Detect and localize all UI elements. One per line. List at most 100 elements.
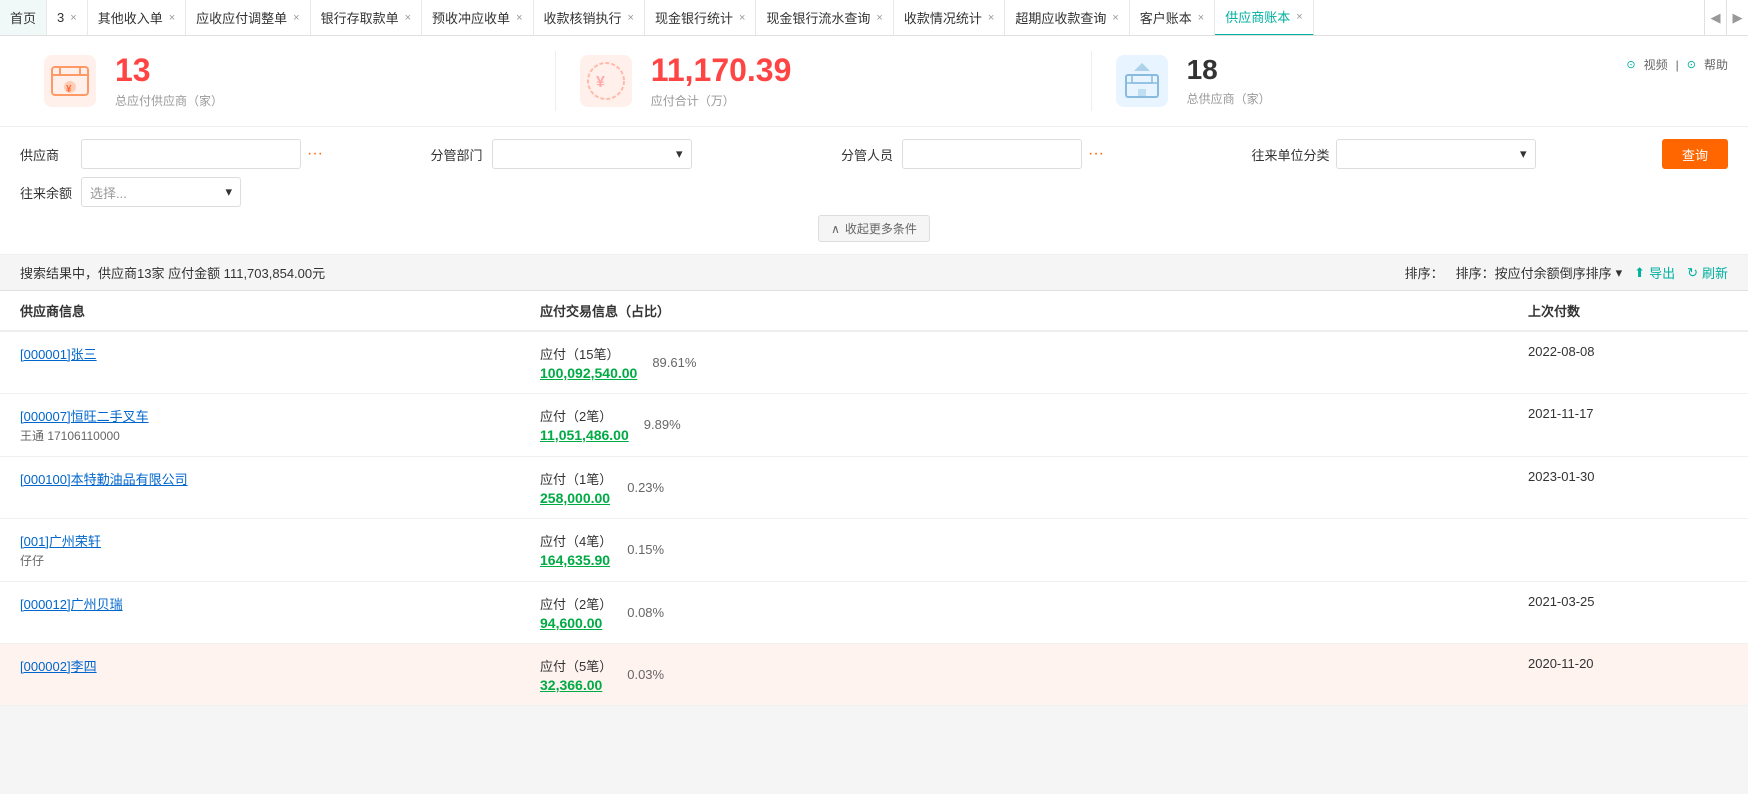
balance-select[interactable]: 选择... ▾ bbox=[81, 177, 241, 207]
category-chevron-icon: ▾ bbox=[1520, 146, 1527, 162]
last-pay-5: 2020-11-20 bbox=[1528, 656, 1728, 671]
payable-cell-2: 应付（1笔） 258,000.00 0.23% bbox=[540, 469, 1528, 506]
nav-arrow-left[interactable]: ◀ bbox=[1704, 0, 1726, 36]
close-icon[interactable]: × bbox=[516, 12, 522, 24]
close-icon[interactable]: × bbox=[1296, 11, 1302, 23]
nav-tab-other-income[interactable]: 其他收入单 × bbox=[88, 0, 186, 36]
nav-tab-cash-bank-flow[interactable]: 现金银行流水查询 × bbox=[756, 0, 893, 36]
table-row: [000001]张三 应付（15笔） 100,092,540.00 89.61%… bbox=[0, 332, 1748, 394]
collapse-filter-button[interactable]: ∧ 收起更多条件 bbox=[818, 215, 930, 242]
supplier-info-4: [000012]广州贝瑞 bbox=[20, 594, 540, 613]
col-lastpay-header: 上次付数 bbox=[1528, 301, 1728, 320]
payable-info-5: 应付（5笔） 32,366.00 0.03% bbox=[540, 656, 1528, 693]
nav-tab-cash-bank-stat[interactable]: 现金银行统计 × bbox=[645, 0, 756, 36]
supplier-name-2[interactable]: [000100]本特勤油品有限公司 bbox=[20, 469, 540, 488]
refresh-button[interactable]: ↻ 刷新 bbox=[1687, 263, 1728, 282]
payable-amount-4[interactable]: 94,600.00 bbox=[540, 615, 612, 631]
nav-tab-3[interactable]: 3 × bbox=[47, 0, 88, 36]
person-picker-icon[interactable]: ··· bbox=[1088, 145, 1104, 163]
payable-amount-0[interactable]: 100,092,540.00 bbox=[540, 365, 637, 381]
close-icon[interactable]: × bbox=[405, 12, 411, 24]
category-select[interactable]: ▾ bbox=[1336, 139, 1536, 169]
category-label: 往来单位分类 bbox=[1252, 145, 1330, 164]
last-pay-2: 2023-01-30 bbox=[1528, 469, 1728, 484]
supplier-name-3[interactable]: [001]广州荣轩 bbox=[20, 531, 540, 550]
query-button[interactable]: 查询 bbox=[1662, 139, 1728, 169]
filter-row-2: 往来余额 选择... ▾ bbox=[20, 177, 1728, 207]
nav-tab-supplier-ledger[interactable]: 供应商账本 × bbox=[1215, 0, 1313, 36]
close-icon[interactable]: × bbox=[988, 12, 994, 24]
last-pay-4: 2021-03-25 bbox=[1528, 594, 1728, 609]
supplier-name-0[interactable]: [000001]张三 bbox=[20, 344, 540, 363]
video-link[interactable]: 视频 bbox=[1644, 56, 1668, 73]
nav-tab-cash-bank-stat-label: 现金银行统计 bbox=[655, 8, 733, 27]
nav-tab-prepay-offset-label: 预收冲应收单 bbox=[432, 8, 510, 27]
payable-amount-2[interactable]: 258,000.00 bbox=[540, 490, 612, 506]
payable-supplier-icon: ¥ bbox=[40, 51, 100, 111]
supplier-name-5[interactable]: [000002]李四 bbox=[20, 656, 540, 675]
person-input[interactable] bbox=[902, 139, 1082, 169]
payable-cell-5: 应付（5笔） 32,366.00 0.03% bbox=[540, 656, 1528, 693]
close-icon[interactable]: × bbox=[876, 12, 882, 24]
payable-percent-2: 0.23% bbox=[627, 480, 664, 495]
supplier-info-5: [000002]李四 bbox=[20, 656, 540, 675]
filter-balance: 往来余额 选择... ▾ bbox=[20, 177, 1728, 207]
payable-total-icon: ¥ bbox=[576, 51, 636, 111]
nav-tab-home[interactable]: 首页 bbox=[0, 0, 47, 36]
filter-category: 往来单位分类 ▾ bbox=[1252, 139, 1648, 169]
nav-tab-supplier-ledger-label: 供应商账本 bbox=[1225, 7, 1290, 26]
nav-tab-collection-stat[interactable]: 收款情况统计 × bbox=[894, 0, 1005, 36]
export-label: 导出 bbox=[1649, 263, 1675, 282]
export-button[interactable]: ⬆ 导出 bbox=[1634, 263, 1675, 282]
close-icon[interactable]: × bbox=[739, 12, 745, 24]
nav-tab-ar-ap-adjust[interactable]: 应收应付调整单 × bbox=[186, 0, 310, 36]
nav-tab-collection-exec[interactable]: 收款核销执行 × bbox=[534, 0, 645, 36]
card2-value: 11,170.39 bbox=[651, 53, 1071, 88]
col-supplier-header: 供应商信息 bbox=[20, 301, 540, 320]
close-icon[interactable]: × bbox=[293, 12, 299, 24]
nav-tab-ar-ap-adjust-label: 应收应付调整单 bbox=[196, 8, 287, 27]
payable-cell-0: 应付（15笔） 100,092,540.00 89.61% bbox=[540, 344, 1528, 381]
nav-arrow-right[interactable]: ▶ bbox=[1726, 0, 1748, 36]
supplier-info-2: [000100]本特勤油品有限公司 bbox=[20, 469, 540, 488]
payable-amount-1[interactable]: 11,051,486.00 bbox=[540, 427, 629, 443]
close-icon[interactable]: × bbox=[628, 12, 634, 24]
supplier-name-1[interactable]: [000007]恒旺二手叉车 bbox=[20, 406, 540, 425]
payable-cell-3: 应付（4笔） 164,635.90 0.15% bbox=[540, 531, 1528, 568]
table-row: [000100]本特勤油品有限公司 应付（1笔） 258,000.00 0.23… bbox=[0, 457, 1748, 519]
close-icon[interactable]: × bbox=[1112, 12, 1118, 24]
nav-tab-prepay-offset[interactable]: 预收冲应收单 × bbox=[422, 0, 533, 36]
nav-tab-collection-stat-label: 收款情况统计 bbox=[904, 8, 982, 27]
balance-label: 往来余额 bbox=[20, 183, 75, 202]
sort-chevron-icon: ▾ bbox=[1616, 265, 1623, 281]
supplier-sub-3: 仔仔 bbox=[20, 552, 540, 569]
payable-cell-1: 应付（2笔） 11,051,486.00 9.89% bbox=[540, 406, 1528, 443]
close-icon[interactable]: × bbox=[1198, 12, 1204, 24]
nav-tab-overdue-ar[interactable]: 超期应收款查询 × bbox=[1005, 0, 1129, 36]
filter-area: 供应商 ··· 分管部门 ▾ 分管人员 ··· 往来单位分类 ▾ 查询 bbox=[0, 127, 1748, 255]
sort-select[interactable]: 排序：按应付余额倒序排序 ▾ bbox=[1456, 263, 1623, 282]
divider: | bbox=[1676, 58, 1679, 72]
supplier-picker-icon[interactable]: ··· bbox=[307, 145, 323, 163]
supplier-input[interactable] bbox=[81, 139, 301, 169]
balance-chevron-icon: ▾ bbox=[225, 184, 232, 200]
payable-amount-5[interactable]: 32,366.00 bbox=[540, 677, 612, 693]
payable-amount-3[interactable]: 164,635.90 bbox=[540, 552, 612, 568]
supplier-label: 供应商 bbox=[20, 145, 75, 164]
payable-info-4: 应付（2笔） 94,600.00 0.08% bbox=[540, 594, 1528, 631]
payable-percent-3: 0.15% bbox=[627, 542, 664, 557]
nav-tab-bank-deposit[interactable]: 银行存取款单 × bbox=[311, 0, 422, 36]
payable-cell-4: 应付（2笔） 94,600.00 0.08% bbox=[540, 594, 1528, 631]
supplier-name-4[interactable]: [000012]广州贝瑞 bbox=[20, 594, 540, 613]
card3-value: 18 bbox=[1187, 55, 1607, 86]
close-icon[interactable]: × bbox=[70, 12, 76, 24]
dept-select[interactable]: ▾ bbox=[492, 139, 692, 169]
export-icon: ⬆ bbox=[1634, 265, 1645, 281]
payable-percent-5: 0.03% bbox=[627, 667, 664, 682]
last-pay-0: 2022-08-08 bbox=[1528, 344, 1728, 359]
summary-card-total-suppliers: 18 总供应商（家） bbox=[1091, 51, 1627, 111]
help-link[interactable]: 帮助 bbox=[1704, 56, 1728, 73]
nav-tab-customer-ledger[interactable]: 客户账本 × bbox=[1130, 0, 1215, 36]
sort-label: 排序： bbox=[1405, 263, 1444, 282]
close-icon[interactable]: × bbox=[169, 12, 175, 24]
